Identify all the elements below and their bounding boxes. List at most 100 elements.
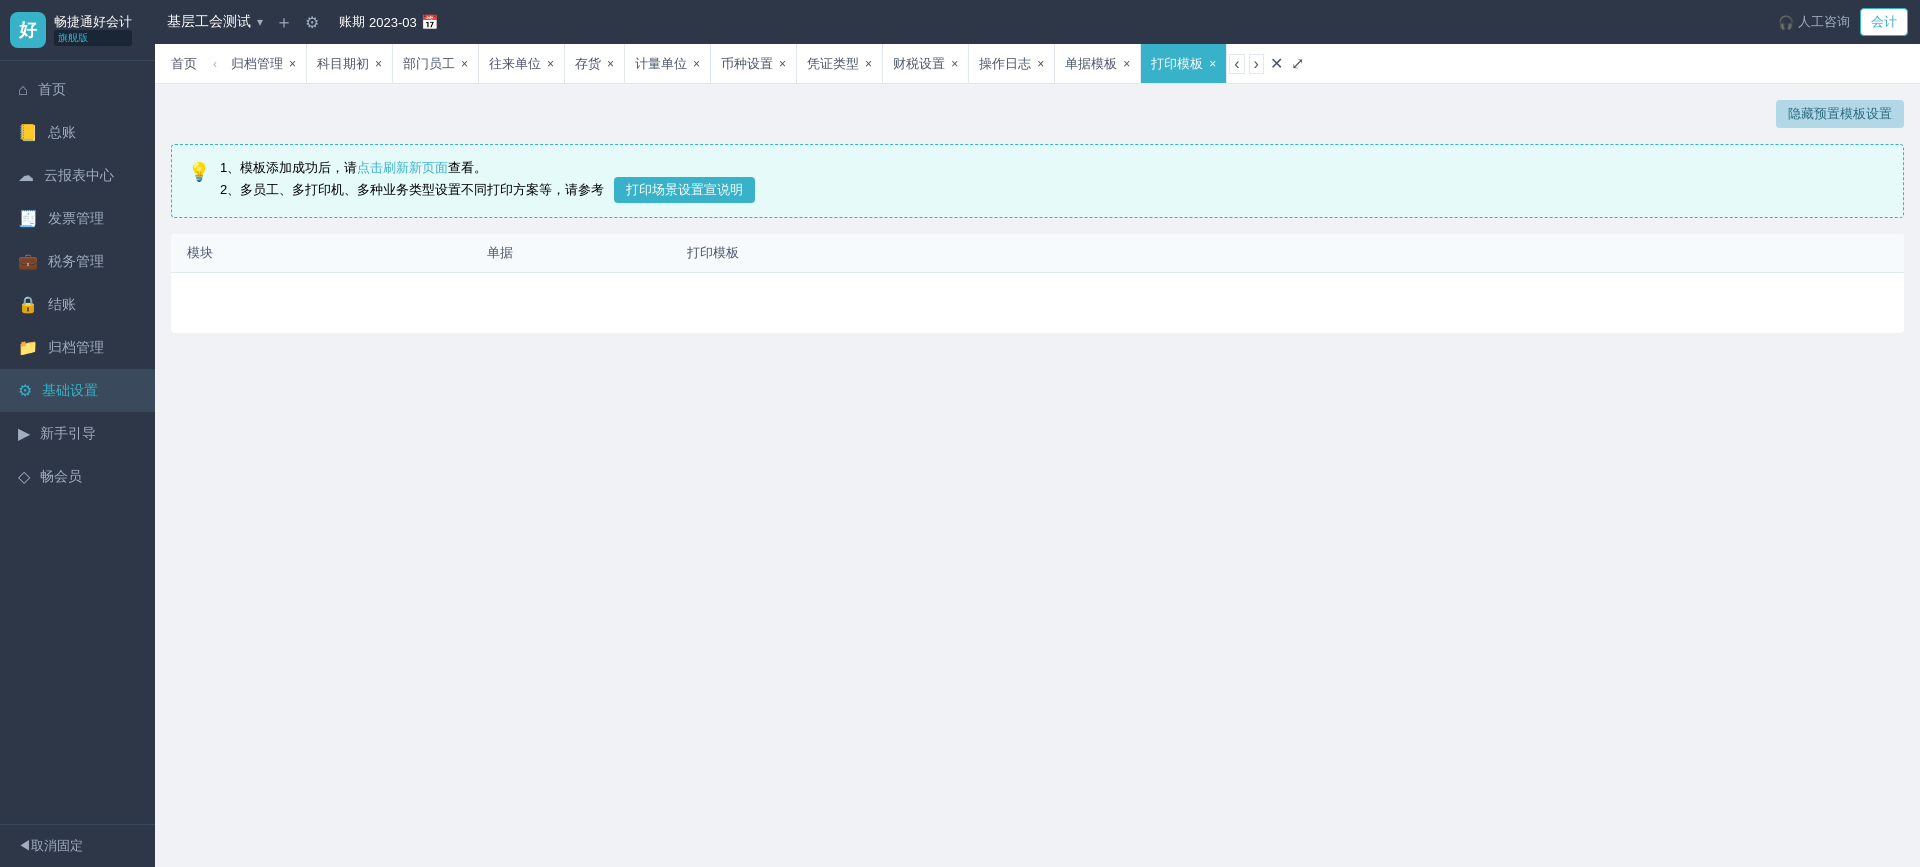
tab-unit[interactable]: 计量单位 × [625,44,711,84]
notice-line1-prefix: 1、模板添加成功后，请 [220,160,357,175]
tab-label-dept-staff: 部门员工 [403,55,455,73]
sidebar-label-tax: 税务管理 [48,253,104,271]
tab-operation-log[interactable]: 操作日志 × [969,44,1055,84]
sidebar-label-settings: 基础设置 [42,382,98,400]
col-header-module: 模块 [187,244,487,262]
tab-counterpart[interactable]: 往来单位 × [479,44,565,84]
sidebar-navigation: ⌂ 首页 📒总账☁云报表中心 🧾 发票管理 💼 税务管理 🔒 结账 📁 归档管理 ⚙基础设置 ▶ 新手引导… [0,61,155,824]
tab-inventory[interactable]: 存货 × [565,44,625,84]
print-scene-btn[interactable]: 打印场景设置宣说明 [614,177,755,203]
sidebar-label-home: 首页 [38,81,66,99]
service-button[interactable]: 🎧 人工咨询 [1778,13,1850,31]
bulb-icon: 💡 [188,161,210,183]
sidebar-icon-cloud-report: ☁ [18,166,34,185]
sidebar-label-archive: 归档管理 [48,339,104,357]
unpin-label: ◀取消固定 [18,837,83,855]
company-dropdown-icon[interactable]: ▾ [257,15,263,29]
settings-gear-icon[interactable]: ⚙ [305,13,319,32]
sidebar-icon-home: ⌂ [18,81,28,99]
tab-subject-period[interactable]: 科目期初 × [307,44,393,84]
tab-voucher-type[interactable]: 凭证类型 × [797,44,883,84]
sidebar-label-invoice: 发票管理 [48,210,104,228]
tab-close-currency[interactable]: × [779,57,786,71]
company-name[interactable]: 基层工会测试 ▾ [167,13,263,31]
notice-line2-prefix: 2、多员工、多打印机、多种业务类型设置不同打印方案等，请参考 [220,182,604,197]
tab-label-archive-mgmt: 归档管理 [231,55,283,73]
tab-finance-settings[interactable]: 财税设置 × [883,44,969,84]
sidebar-unpin-button[interactable]: ◀取消固定 [0,824,155,867]
company-name-text: 基层工会测试 [167,13,251,31]
col-header-voucher: 单据 [487,244,687,262]
sidebar-icon-close: 🔒 [18,295,38,314]
sidebar-item-ledger[interactable]: 📒总账 [0,111,155,154]
tab-close-print-template[interactable]: × [1209,57,1216,71]
tab-label-currency: 币种设置 [721,55,773,73]
tab-close-subject-period[interactable]: × [375,57,382,71]
tab-label-counterpart: 往来单位 [489,55,541,73]
sidebar-icon-guide: ▶ [18,424,30,443]
notice-line1-suffix: 查看。 [448,160,487,175]
sidebar-item-home[interactable]: ⌂ 首页 [0,69,155,111]
sidebar-item-guide[interactable]: ▶ 新手引导 [0,412,155,455]
topbar: 基层工会测试 ▾ ＋ ⚙ 账期 2023-03 📅 🎧 人工咨询 会计 [155,0,1920,44]
tab-home[interactable]: 首页 [159,55,209,73]
tab-close-voucher-type[interactable]: × [865,57,872,71]
tab-close-inventory[interactable]: × [607,57,614,71]
tab-home-arrow-icon[interactable]: ‹ [209,57,221,71]
logo-icon: 好 [10,12,46,48]
logo-sub-text: 旗舰版 [54,30,132,46]
notice-refresh-link[interactable]: 点击刷新新页面 [357,160,448,175]
topbar-right: 🎧 人工咨询 会计 [1778,8,1908,36]
content-area: 隐藏预置模板设置 💡 1、模板添加成功后，请点击刷新新页面查看。 2、多员工、多… [155,84,1920,867]
tab-single-template[interactable]: 单据模板× [1055,44,1141,84]
tab-print-template[interactable]: 打印模板 × [1141,44,1227,84]
tab-close-operation-log[interactable]: × [1037,57,1044,71]
sidebar-icon-archive: 📁 [18,338,38,357]
tab-label-finance-settings: 财税设置 [893,55,945,73]
tab-label-unit: 计量单位 [635,55,687,73]
kuaiji-button[interactable]: 会计 [1860,8,1908,36]
calendar-icon[interactable]: 📅 [421,14,438,30]
tab-label-inventory: 存货 [575,55,601,73]
period-label: 账期 [339,13,365,31]
hide-template-btn[interactable]: 隐藏预置模板设置 [1776,100,1904,128]
tab-expand-icon[interactable]: ⤢ [1287,54,1308,73]
tab-label-print-template: 打印模板 [1151,55,1203,73]
sidebar-item-member[interactable]: ◇畅会员 [0,455,155,498]
tab-archive-mgmt[interactable]: 归档管理 × [221,44,307,84]
tab-label-operation-log: 操作日志 [979,55,1031,73]
sidebar-icon-invoice: 🧾 [18,209,38,228]
tab-scroll-left-icon[interactable]: ‹ [1229,54,1244,74]
tab-close-finance-settings[interactable]: × [951,57,958,71]
sidebar-item-cloud-report[interactable]: ☁云报表中心 [0,154,155,197]
sidebar-item-archive[interactable]: 📁 归档管理 [0,326,155,369]
tab-dept-staff[interactable]: 部门员工 × [393,44,479,84]
notice-line2: 2、多员工、多打印机、多种业务类型设置不同打印方案等，请参考 打印场景设置宣说明 [220,177,755,203]
tab-label-voucher-type: 凭证类型 [807,55,859,73]
period-value: 2023-03 [369,15,417,30]
notice-line1: 1、模板添加成功后，请点击刷新新页面查看。 [220,159,755,177]
tab-label-subject-period: 科目期初 [317,55,369,73]
sidebar-item-settings[interactable]: ⚙基础设置 [0,369,155,412]
tab-close-counterpart[interactable]: × [547,57,554,71]
sidebar-icon-ledger: 📒 [18,123,38,142]
sidebar-item-invoice[interactable]: 🧾 发票管理 [0,197,155,240]
tab-currency[interactable]: 币种设置 × [711,44,797,84]
table-header: 模块 单据 打印模板 [171,234,1904,273]
sidebar-item-close[interactable]: 🔒 结账 [0,283,155,326]
add-tab-icon[interactable]: ＋ [275,10,293,34]
sidebar-icon-member: ◇ [18,467,30,486]
tab-close-archive-mgmt[interactable]: × [289,57,296,71]
sidebar-icon-tax: 💼 [18,252,38,271]
tab-close-single-template[interactable]: × [1123,57,1130,71]
sidebar: 好 畅捷通好会计 旗舰版 ⌂首页📒总账☁云报表中心🧾发票管理💼税务管理🔒结账📁归… [0,0,155,867]
tab-scroll-right-icon[interactable]: › [1249,54,1264,74]
sidebar-label-close: 结账 [48,296,76,314]
tab-close-all-icon[interactable]: ✕ [1266,54,1287,73]
headset-icon: 🎧 [1778,15,1794,30]
tabbar: 首页 ‹ 归档管理×科目期初×部门员工×往来单位×存货×计量单位×币种设置×凭证… [155,44,1920,84]
tab-close-unit[interactable]: × [693,57,700,71]
sidebar-label-guide: 新手引导 [40,425,96,443]
tab-close-dept-staff[interactable]: × [461,57,468,71]
sidebar-item-tax[interactable]: 💼 税务管理 [0,240,155,283]
